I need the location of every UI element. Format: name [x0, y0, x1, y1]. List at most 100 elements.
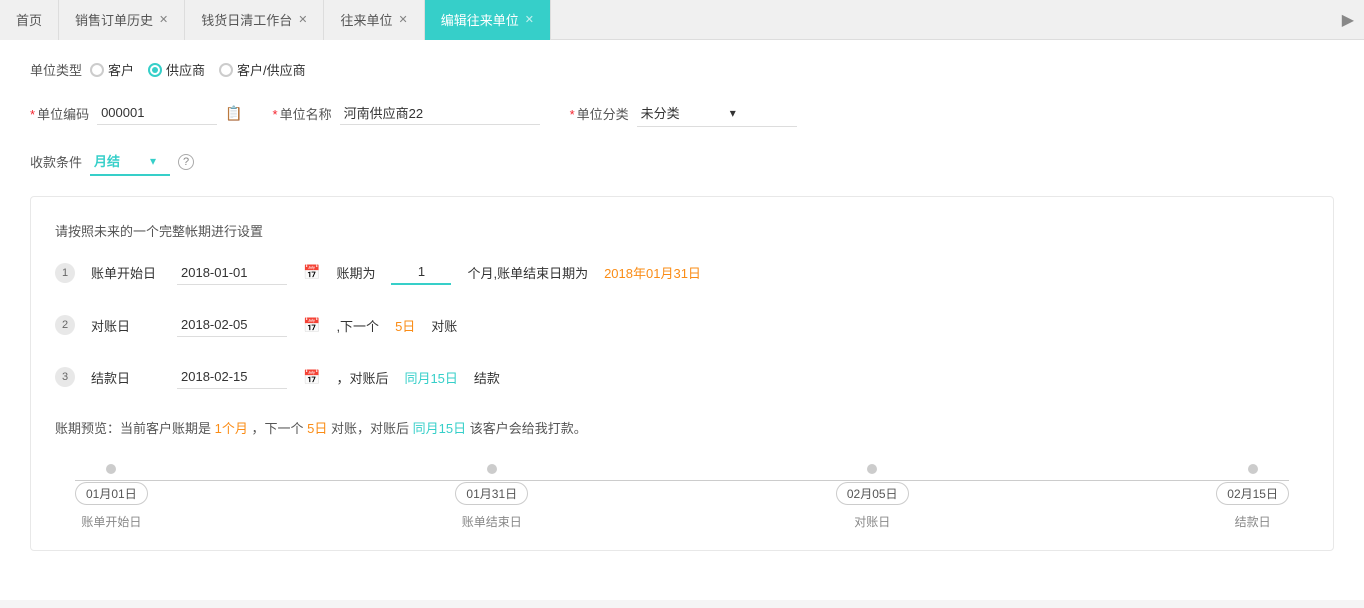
- row-label-2: 对账日: [91, 316, 161, 335]
- row-number-1: 1: [55, 263, 75, 283]
- preview-label: 账期预览：当前客户账期是: [55, 421, 211, 436]
- radio-customer-circle: [90, 63, 104, 77]
- timeline-label-2: 对账日: [854, 513, 890, 530]
- timeline-badge-0: 01月01日: [75, 482, 148, 505]
- recon-date-calendar-icon[interactable]: 📅: [303, 317, 320, 334]
- timeline-label-0: 账单开始日: [81, 513, 141, 530]
- payment-suffix: ，对账后: [336, 368, 388, 387]
- row-number-2: 2: [55, 315, 75, 335]
- payment-row: 收款条件 月结 ▾ ?: [30, 147, 1334, 176]
- payment-dropdown-icon: ▾: [150, 154, 156, 168]
- setting-row-3: 3 结款日 📅 ，对账后 同月15日 结款: [55, 365, 1309, 389]
- radio-cs-circle: [219, 63, 233, 77]
- preview-period: 1个月: [215, 421, 248, 436]
- timeline-dot-0: [106, 464, 116, 474]
- setting-row-2: 2 对账日 📅 ,下一个 5日 对账: [55, 313, 1309, 337]
- end-date-highlight: 2018年01月31日: [604, 263, 701, 282]
- unit-category-value: 未分类: [641, 103, 680, 122]
- preview-section: 账期预览：当前客户账期是 1个月 ，下一个 5日 对账，对账后 同月15日 该客…: [55, 417, 1309, 440]
- timeline-point-3: 02月15日 结款日: [1216, 464, 1289, 530]
- tab-expand-button[interactable]: ▶: [1332, 10, 1364, 30]
- card-title: 请按照未来的一个完整帐期进行设置: [55, 221, 1309, 240]
- unit-name-input[interactable]: [340, 101, 540, 125]
- start-date-input[interactable]: [177, 261, 287, 285]
- radio-supplier[interactable]: 供应商: [148, 60, 205, 79]
- tab-partner-units-label: 往来单位: [340, 10, 392, 29]
- payment-label: 收款条件: [30, 152, 82, 171]
- close-icon[interactable]: ✕: [159, 13, 168, 26]
- preview-middle: ，下一个: [252, 421, 304, 436]
- timeline-badge-1: 01月31日: [455, 482, 528, 505]
- close-icon[interactable]: ✕: [525, 13, 534, 26]
- unit-code-label: *单位编码: [30, 104, 89, 123]
- timeline-point-1: 01月31日 账单结束日: [455, 464, 528, 530]
- timeline-badge-2: 02月05日: [836, 482, 909, 505]
- tab-cash-work[interactable]: 钱货日清工作台 ✕: [185, 0, 324, 40]
- unit-name-field: *单位名称: [273, 101, 540, 125]
- setting-row-1: 1 账单开始日 📅 账期为 个月,账单结束日期为 2018年01月31日: [55, 260, 1309, 285]
- help-icon[interactable]: ?: [178, 154, 194, 170]
- radio-customer-label: 客户: [108, 60, 134, 79]
- preview-end: 该客户会给我打款。: [470, 421, 587, 436]
- unit-code-field: *单位编码 📋: [30, 101, 243, 125]
- tab-sales-history-label: 销售订单历史: [75, 10, 153, 29]
- payment-select[interactable]: 月结 ▾: [90, 147, 170, 176]
- timeline-dot-1: [487, 464, 497, 474]
- period-suffix: 个月,账单结束日期为: [467, 263, 588, 282]
- timeline-badge-3: 02月15日: [1216, 482, 1289, 505]
- unit-name-label: *单位名称: [273, 104, 332, 123]
- timeline-dot-2: [867, 464, 877, 474]
- timeline-point-0: 01月01日 账单开始日: [75, 464, 148, 530]
- payment-date-input[interactable]: [177, 365, 287, 389]
- unit-type-label: 单位类型: [30, 60, 82, 79]
- period-input[interactable]: [391, 260, 451, 285]
- radio-cs-label: 客户/供应商: [237, 60, 306, 79]
- recon-date-input[interactable]: [177, 313, 287, 337]
- close-icon[interactable]: ✕: [298, 13, 307, 26]
- recon-suffix2: 对账: [431, 316, 457, 335]
- tabs-bar: 首页 销售订单历史 ✕ 钱货日清工作台 ✕ 往来单位 ✕ 编辑往来单位 ✕ ▶: [0, 0, 1364, 40]
- content-area: 单位类型 客户 供应商 客户/供应商 *单位编码: [0, 40, 1364, 600]
- radio-supplier-circle: [148, 63, 162, 77]
- settings-card: 请按照未来的一个完整帐期进行设置 1 账单开始日 📅 账期为 个月,账单结束日期…: [30, 196, 1334, 551]
- timeline-point-2: 02月05日 对账日: [836, 464, 909, 530]
- recon-suffix: ,下一个: [336, 316, 379, 335]
- payment-suffix2: 结款: [474, 368, 500, 387]
- row-label-3: 结款日: [91, 368, 161, 387]
- unit-code-input[interactable]: [97, 101, 217, 125]
- required-star-cat: *: [570, 107, 575, 122]
- row-number-3: 3: [55, 367, 75, 387]
- timeline-label-3: 结款日: [1235, 513, 1271, 530]
- radio-customer[interactable]: 客户: [90, 60, 134, 79]
- payment-value: 月结: [94, 151, 120, 170]
- unit-category-select[interactable]: 未分类 ▾: [637, 99, 797, 127]
- unit-type-field: 单位类型 客户 供应商 客户/供应商: [30, 60, 306, 79]
- unit-category-field: *单位分类 未分类 ▾: [570, 99, 797, 127]
- tab-home[interactable]: 首页: [0, 0, 59, 40]
- tab-partner-units[interactable]: 往来单位 ✕: [324, 0, 424, 40]
- start-date-calendar-icon[interactable]: 📅: [303, 264, 320, 281]
- tab-sales-history[interactable]: 销售订单历史 ✕: [59, 0, 185, 40]
- unit-info-row: *单位编码 📋 *单位名称 *单位分类 未分类 ▾: [30, 99, 1334, 127]
- period-label: 账期为: [336, 263, 375, 282]
- unit-code-calendar-icon[interactable]: 📋: [225, 105, 242, 122]
- tab-edit-partner[interactable]: 编辑往来单位 ✕: [425, 0, 551, 40]
- required-star-name: *: [273, 107, 278, 122]
- payment-date-calendar-icon[interactable]: 📅: [303, 369, 320, 386]
- radio-group-unit-type: 客户 供应商 客户/供应商: [90, 60, 306, 79]
- timeline: 01月01日 账单开始日 01月31日 账单结束日 02月05日 对账日 02月…: [55, 464, 1309, 530]
- preview-after: 对账，对账后: [331, 421, 409, 436]
- required-star: *: [30, 107, 35, 122]
- recon-highlight: 5日: [395, 316, 415, 335]
- timeline-points: 01月01日 账单开始日 01月31日 账单结束日 02月05日 对账日 02月…: [75, 464, 1289, 530]
- radio-supplier-label: 供应商: [166, 60, 205, 79]
- preview-settle: 同月15日: [413, 421, 466, 436]
- unit-category-label: *单位分类: [570, 104, 629, 123]
- payment-highlight: 同月15日: [404, 368, 457, 387]
- tab-edit-partner-label: 编辑往来单位: [441, 10, 519, 29]
- preview-day: 5日: [307, 421, 327, 436]
- tab-cash-work-label: 钱货日清工作台: [201, 10, 292, 29]
- radio-customer-supplier[interactable]: 客户/供应商: [219, 60, 306, 79]
- dropdown-arrow-icon: ▾: [730, 106, 736, 120]
- close-icon[interactable]: ✕: [399, 13, 408, 26]
